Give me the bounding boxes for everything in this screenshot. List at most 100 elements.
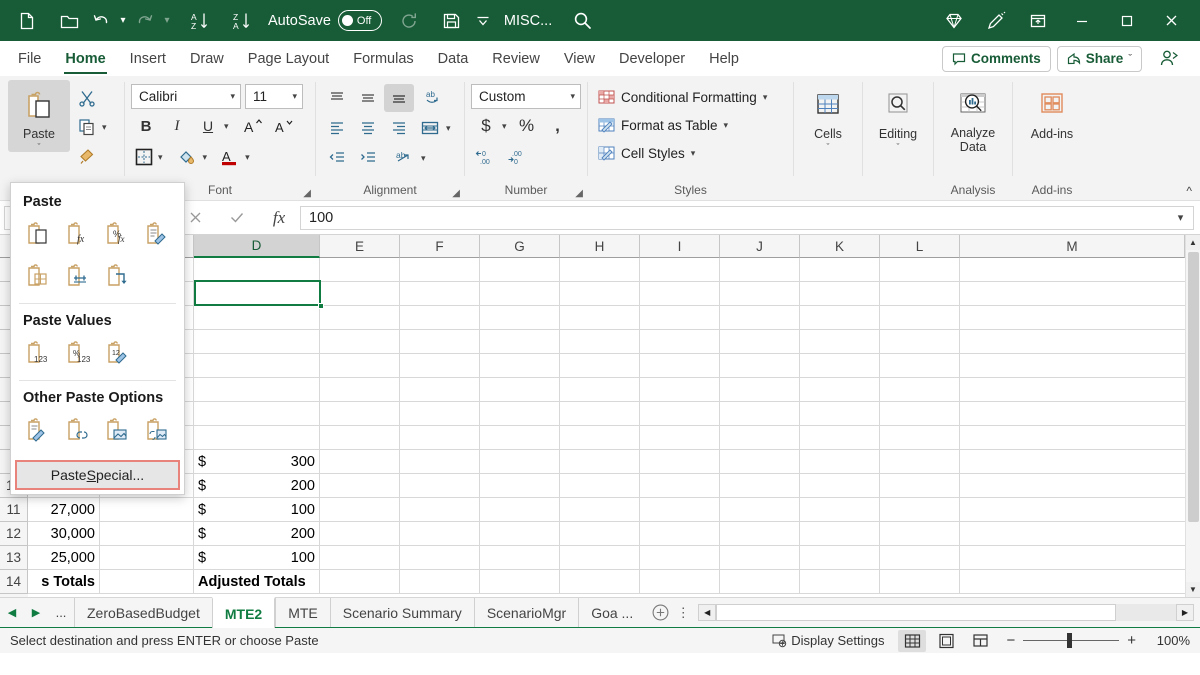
number-format-chevron-down-icon[interactable]: ▾	[570, 91, 575, 102]
cell-M12[interactable]	[960, 306, 1200, 330]
percent-style-button[interactable]: %	[512, 112, 542, 140]
paste-transpose-icon[interactable]	[99, 258, 137, 294]
cell-L2[interactable]	[880, 546, 960, 570]
paste-linked-picture-icon[interactable]	[138, 412, 176, 448]
cell-C2[interactable]	[100, 546, 194, 570]
cell-H6[interactable]	[560, 450, 640, 474]
cell-F4[interactable]	[400, 498, 480, 522]
cell-J4[interactable]	[720, 498, 800, 522]
diamond-icon[interactable]	[933, 3, 975, 39]
tab-file[interactable]: File	[6, 41, 53, 76]
cell-G12[interactable]	[480, 306, 560, 330]
cell-G7[interactable]	[480, 426, 560, 450]
cell-D7[interactable]	[194, 426, 320, 450]
zoom-slider[interactable]: − +	[1000, 632, 1142, 649]
cell-K14[interactable]	[800, 258, 880, 282]
cell-K4[interactable]	[800, 498, 880, 522]
cell-E3[interactable]	[320, 522, 400, 546]
cell-K13[interactable]	[800, 282, 880, 306]
cell-I4[interactable]	[640, 498, 720, 522]
cell-M8[interactable]	[960, 402, 1200, 426]
sheet-tab-scenario-summary[interactable]: Scenario Summary	[330, 598, 474, 627]
vertical-scroll-thumb[interactable]	[1188, 252, 1199, 522]
cell-I7[interactable]	[640, 426, 720, 450]
cell-K8[interactable]	[800, 402, 880, 426]
wrap-text-chevron-down-icon[interactable]: ▾	[421, 153, 426, 164]
cell-E12[interactable]	[320, 306, 400, 330]
zoom-in-button[interactable]: +	[1127, 632, 1136, 649]
column-header-h[interactable]: H	[560, 235, 640, 258]
align-middle-button[interactable]	[353, 84, 383, 112]
cell-G11[interactable]	[480, 330, 560, 354]
pen-icon[interactable]	[975, 3, 1017, 39]
cell-K11[interactable]	[800, 330, 880, 354]
cell-G5[interactable]	[480, 474, 560, 498]
cell-L6[interactable]	[880, 450, 960, 474]
alignment-dialog-launcher-icon[interactable]: ◢	[452, 188, 460, 199]
cell-C3[interactable]	[100, 522, 194, 546]
cell-D9[interactable]	[194, 378, 320, 402]
sort-za-icon[interactable]: ZA	[220, 3, 262, 39]
cell-D10[interactable]	[194, 354, 320, 378]
paste-formatting-only-icon[interactable]	[19, 412, 57, 448]
number-format-select[interactable]: Custom ▾	[471, 84, 581, 109]
cell-E14[interactable]	[320, 258, 400, 282]
maximize-icon[interactable]	[1104, 0, 1149, 41]
sheet-overflow-icon[interactable]: ...	[48, 598, 74, 627]
tab-insert[interactable]: Insert	[118, 41, 178, 76]
comments-button[interactable]: Comments	[942, 46, 1051, 72]
cell-G10[interactable]	[480, 354, 560, 378]
cell-G3[interactable]	[480, 522, 560, 546]
borders-chevron-down-icon[interactable]: ▾	[158, 152, 163, 163]
horizontal-scroll-track[interactable]	[716, 604, 1176, 621]
zoom-track[interactable]	[1023, 640, 1119, 641]
fill-color-chevron-down-icon[interactable]: ▾	[203, 152, 208, 163]
paste-formulas-icon[interactable]: fx	[59, 216, 97, 252]
cells-button[interactable]: Cells ˇ	[800, 80, 856, 152]
accounting-chevron-down-icon[interactable]: ▾	[502, 121, 507, 132]
cell-J13[interactable]	[720, 282, 800, 306]
sheet-tab-scenariomgr[interactable]: ScenarioMgr	[474, 598, 578, 627]
cell-J8[interactable]	[720, 402, 800, 426]
customize-quick-access-icon[interactable]	[472, 3, 494, 39]
cell-M2[interactable]	[960, 546, 1200, 570]
column-header-d[interactable]: D	[194, 235, 320, 258]
conditional-formatting-button[interactable]: Conditional Formatting ▾	[594, 85, 771, 110]
font-size-select[interactable]: 11 ▾	[245, 84, 303, 109]
cell-D4[interactable]: $100	[194, 498, 320, 522]
cell-K10[interactable]	[800, 354, 880, 378]
cell-F13[interactable]	[400, 282, 480, 306]
sheet-tab-zerobasedbudget[interactable]: ZeroBasedBudget	[74, 598, 212, 627]
number-dialog-launcher-icon[interactable]: ◢	[575, 188, 583, 199]
font-name-chevron-down-icon[interactable]: ▾	[230, 91, 235, 102]
cell-K2[interactable]	[800, 546, 880, 570]
document-title[interactable]: MISC...	[494, 13, 562, 29]
underline-chevron-down-icon[interactable]: ▾	[224, 121, 229, 132]
cell-L3[interactable]	[880, 522, 960, 546]
cell-G14[interactable]	[480, 258, 560, 282]
column-header-k[interactable]: K	[800, 235, 880, 258]
paste-values-formatting-icon[interactable]: 12	[99, 335, 137, 371]
tab-data[interactable]: Data	[426, 41, 481, 76]
horizontal-scroll-thumb[interactable]	[716, 604, 1116, 621]
row-header[interactable]: 12	[0, 522, 28, 546]
cell-F3[interactable]	[400, 522, 480, 546]
cell-K5[interactable]	[800, 474, 880, 498]
cell-H12[interactable]	[560, 306, 640, 330]
row-header[interactable]: 13	[0, 546, 28, 570]
cell-E10[interactable]	[320, 354, 400, 378]
cell-H10[interactable]	[560, 354, 640, 378]
cell-J7[interactable]	[720, 426, 800, 450]
cell-M1[interactable]	[960, 570, 1200, 594]
cell-L12[interactable]	[880, 306, 960, 330]
wrap-text-button[interactable]: ab	[390, 144, 420, 172]
new-file-icon[interactable]	[6, 3, 48, 39]
cell-L11[interactable]	[880, 330, 960, 354]
cell-B2[interactable]: 25,000	[28, 546, 100, 570]
cell-H1[interactable]	[560, 570, 640, 594]
cell-L5[interactable]	[880, 474, 960, 498]
cell-C4[interactable]	[100, 498, 194, 522]
font-size-chevron-down-icon[interactable]: ▾	[292, 91, 297, 102]
insert-function-icon[interactable]: fx	[258, 206, 300, 230]
normal-view-icon[interactable]	[898, 630, 926, 652]
